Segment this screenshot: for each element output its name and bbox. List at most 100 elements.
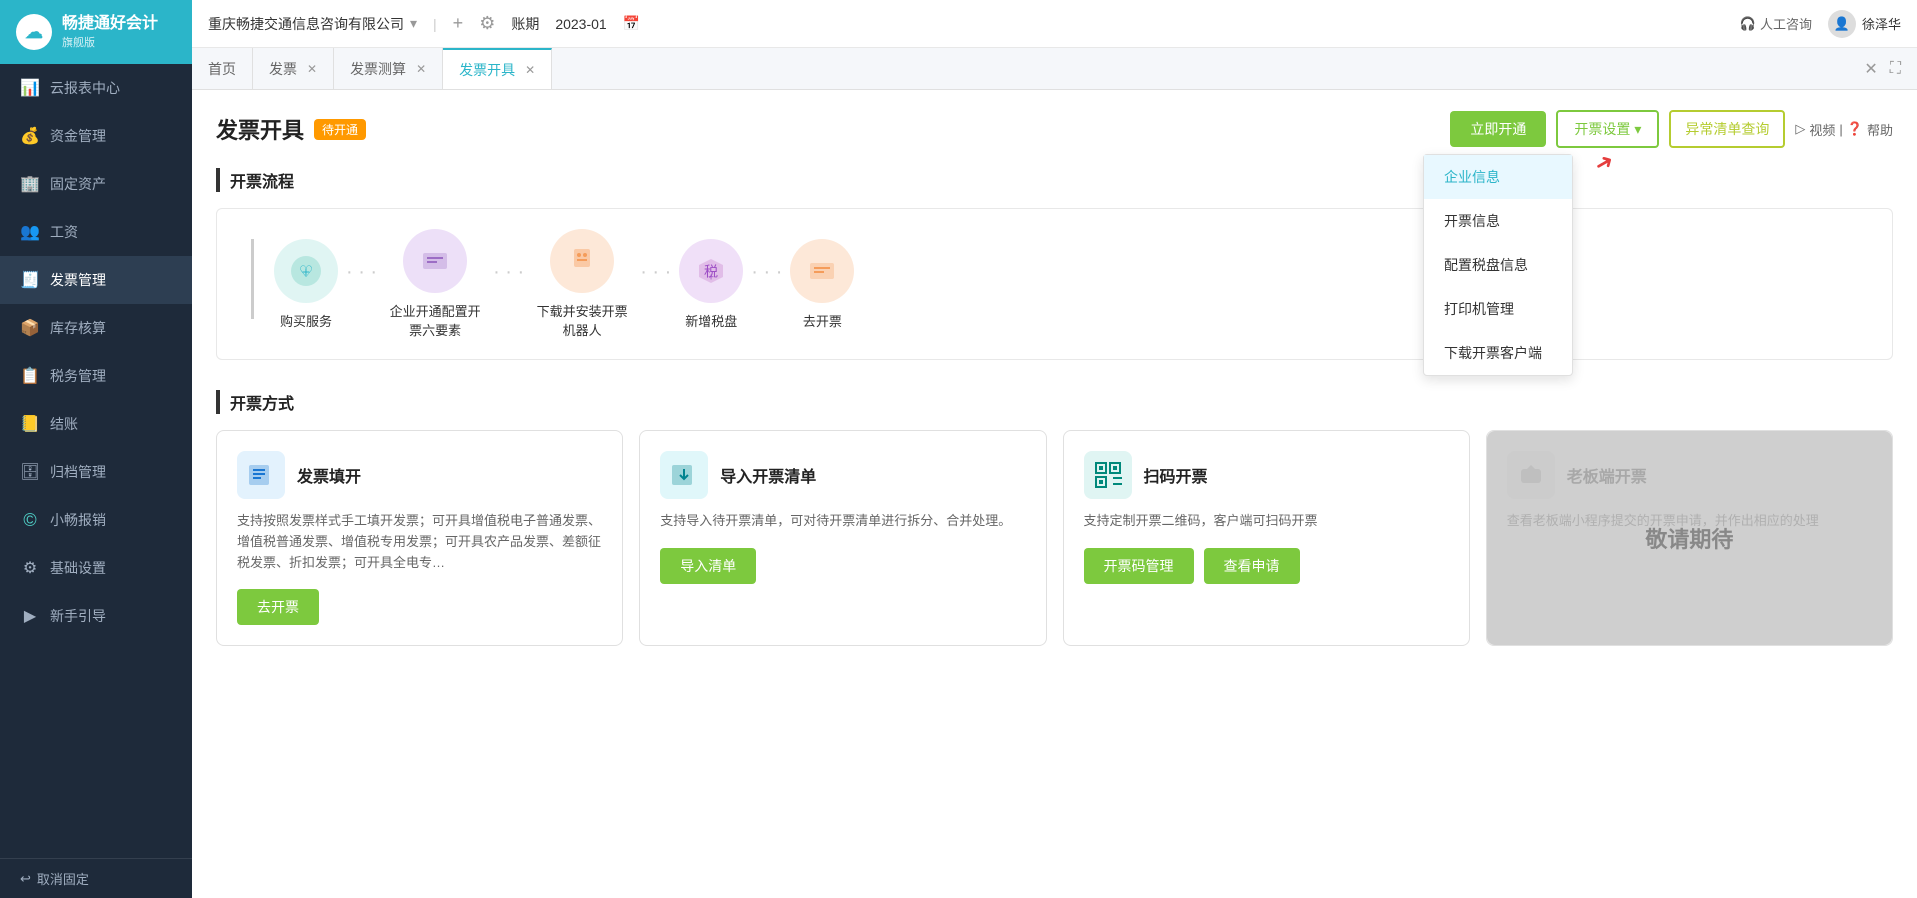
settings-button[interactable]: 开票设置 ▾ (1556, 110, 1659, 148)
tab-invoice-issue-close[interactable]: ✕ (525, 63, 535, 77)
scan-invoice-desc: 支持定制开票二维码，客户端可扫码开票 (1084, 511, 1449, 532)
sidebar-item-fund-mgmt[interactable]: 💰 资金管理 (0, 112, 192, 160)
flow-step-add-tax-disk: 税+ 新增税盘 (679, 239, 743, 330)
methods-section-title: 开票方式 (216, 390, 1893, 414)
archive-icon: 🗄 (20, 462, 40, 482)
help-icon: ❓ (1847, 121, 1863, 137)
dropdown-item-download-client[interactable]: 下载开票客户端 (1424, 331, 1572, 375)
flow-step-config-enterprise: 企业开通配置开票六要素 (385, 229, 485, 339)
sidebar-nav: 📊 云报表中心 💰 资金管理 🏢 固定资产 👥 工资 🧾 发票管理 📦 (0, 64, 192, 858)
methods-grid: 发票填开 支持按照发票样式手工填开发票；可开具增值税电子普通发票、增值税普通发票… (216, 430, 1893, 646)
method-card-boss-invoice: 老板端开票 查看老板端小程序提交的开票申请，并作出相应的处理 敬请期待 (1486, 430, 1893, 646)
sidebar-item-new-guide[interactable]: ▶ 新手引导 (0, 592, 192, 640)
sidebar-item-basic-settings[interactable]: ⚙ 基础设置 (0, 544, 192, 592)
sidebar-logo: ☁ 畅捷通好会计 旗舰版 (0, 0, 192, 64)
user-button[interactable]: 👤 徐泽华 (1828, 10, 1901, 38)
fixed-assets-icon: 🏢 (20, 174, 40, 194)
dropdown-item-printer-mgmt[interactable]: 打印机管理 (1424, 287, 1572, 331)
tab-invoice-calc[interactable]: 发票测算 ✕ (334, 48, 443, 89)
flow-step-divider: ♡+ 购买服务 (241, 239, 338, 330)
user-avatar-icon: 👤 (1828, 10, 1856, 38)
buy-service-icon: ♡+ (274, 239, 338, 303)
support-button[interactable]: 🎧 人工咨询 (1740, 14, 1812, 33)
sidebar-item-small-report[interactable]: © 小畅报销 (0, 496, 192, 544)
add-company-button[interactable]: + (453, 13, 464, 34)
headset-icon: 🎧 (1740, 16, 1756, 32)
exception-list-button[interactable]: 异常清单查询 (1669, 110, 1785, 148)
calendar-icon[interactable]: 📅 (623, 15, 640, 32)
tab-actions: ✕ ⛶ (1860, 55, 1917, 83)
logo-icon: ☁ (16, 14, 52, 50)
period-label: 账期 (511, 14, 539, 34)
sidebar-item-cloud-report[interactable]: 📊 云报表中心 (0, 64, 192, 112)
import-list-icon (660, 451, 708, 499)
import-list-button[interactable]: 导入清单 (660, 548, 756, 584)
flow-step-go-invoice: 去开票 (790, 239, 854, 330)
tab-invoice-issue[interactable]: 发票开具 ✕ (443, 48, 552, 89)
flow-section-title: 开票流程 (216, 168, 1893, 192)
scan-invoice-icon (1084, 451, 1132, 499)
tab-home[interactable]: 首页 (192, 48, 253, 89)
qr-code-mgmt-button[interactable]: 开票码管理 (1084, 548, 1194, 584)
inventory-icon: 📦 (20, 318, 40, 338)
page-content: 发票开具 待开通 立即开通 开票设置 ▾ 异常清单查询 ▷ 视频 | ❓ (192, 90, 1917, 898)
logo-text: 畅捷通好会计 旗舰版 (62, 14, 158, 49)
tab-bar: 首页 发票 ✕ 发票测算 ✕ 发票开具 ✕ ✕ ⛶ (192, 48, 1917, 90)
status-badge: 待开通 (314, 119, 366, 140)
sidebar-item-payroll[interactable]: 👥 工资 (0, 208, 192, 256)
company-dropdown-icon: ▾ (410, 15, 417, 32)
dropdown-item-invoice-info[interactable]: 开票信息 (1424, 199, 1572, 243)
flow-section: 开票流程 ♡+ 购买服务 · · · (216, 168, 1893, 360)
fill-invoice-button[interactable]: 去开票 (237, 589, 319, 625)
dropdown-item-company-info[interactable]: 企业信息 (1424, 155, 1572, 199)
activate-button[interactable]: 立即开通 (1450, 111, 1546, 147)
sidebar-item-accounting[interactable]: 📒 结账 (0, 400, 192, 448)
guide-icon: ▶ (20, 606, 40, 626)
topbar-divider: | (433, 16, 437, 32)
tab-invoice-calc-close[interactable]: ✕ (416, 62, 426, 76)
import-list-desc: 支持导入待开票清单，可对待开票清单进行拆分、合并处理。 (660, 511, 1025, 532)
main-area: 重庆畅捷交通信息咨询有限公司 ▾ | + ⚙ 账期 2023-01 📅 🎧 人工… (192, 0, 1917, 898)
close-tab-action[interactable]: ✕ (1860, 55, 1881, 83)
settings-dropdown-menu: 企业信息 开票信息 配置税盘信息 打印机管理 下载开票客户端 (1423, 154, 1573, 376)
video-button[interactable]: ▷ 视频 | ❓ 帮助 (1795, 120, 1893, 139)
sidebar: ☁ 畅捷通好会计 旗舰版 📊 云报表中心 💰 资金管理 🏢 固定资产 👥 工资 (0, 0, 192, 898)
fill-invoice-icon (237, 451, 285, 499)
play-icon: ▷ (1795, 121, 1805, 137)
scan-invoice-header: 扫码开票 (1084, 451, 1449, 499)
download-robot-icon (550, 229, 614, 293)
flow-arrow-3: · · · (640, 261, 671, 308)
import-list-header: 导入开票清单 (660, 451, 1025, 499)
settings-icon: ⚙ (20, 558, 40, 578)
page-title-left: 发票开具 待开通 (216, 113, 366, 145)
flow-arrow-1: · · · (346, 261, 377, 308)
dropdown-item-tax-disk-config[interactable]: 配置税盘信息 (1424, 243, 1572, 287)
tab-invoice[interactable]: 发票 ✕ (253, 48, 334, 89)
company-selector[interactable]: 重庆畅捷交通信息咨询有限公司 ▾ (208, 14, 417, 34)
cloud-report-icon: 📊 (20, 78, 40, 98)
flow-step-buy-service: ♡+ 购买服务 (274, 239, 338, 330)
sidebar-item-tax-mgmt[interactable]: 📋 税务管理 (0, 352, 192, 400)
flow-steps: ♡+ 购买服务 · · · 企业开通配置开票六要素 · · · (216, 208, 1893, 360)
tab-invoice-close[interactable]: ✕ (307, 62, 317, 76)
scan-invoice-buttons: 开票码管理 查看申请 (1084, 548, 1449, 584)
svg-text:+: + (708, 272, 714, 283)
cancel-fixed-button[interactable]: ↩ 取消固定 (0, 858, 192, 898)
fill-invoice-header: 发票填开 (237, 451, 602, 499)
expand-tab-action[interactable]: ⛶ (1886, 56, 1905, 82)
cancel-fixed-icon: ↩ (20, 871, 31, 887)
sidebar-item-inventory[interactable]: 📦 库存核算 (0, 304, 192, 352)
tax-mgmt-icon: 📋 (20, 366, 40, 386)
sidebar-item-archive-mgmt[interactable]: 🗄 归档管理 (0, 448, 192, 496)
sidebar-item-invoice-mgmt[interactable]: 🧾 发票管理 (0, 256, 192, 304)
period-value: 2023-01 (555, 16, 606, 32)
topbar-settings-icon[interactable]: ⚙ (479, 13, 495, 34)
method-card-fill-invoice: 发票填开 支持按照发票样式手工填开发票；可开具增值税电子普通发票、增值税普通发票… (216, 430, 623, 646)
small-report-icon: © (20, 510, 40, 530)
method-card-scan-invoice: 扫码开票 支持定制开票二维码，客户端可扫码开票 开票码管理 查看申请 (1063, 430, 1470, 646)
fill-invoice-desc: 支持按照发票样式手工填开发票；可开具增值税电子普通发票、增值税普通发票、增值税专… (237, 511, 602, 573)
page-title-bar: 发票开具 待开通 立即开通 开票设置 ▾ 异常清单查询 ▷ 视频 | ❓ (216, 110, 1893, 148)
invoice-mgmt-icon: 🧾 (20, 270, 40, 290)
view-application-button[interactable]: 查看申请 (1204, 548, 1300, 584)
sidebar-item-fixed-assets[interactable]: 🏢 固定资产 (0, 160, 192, 208)
